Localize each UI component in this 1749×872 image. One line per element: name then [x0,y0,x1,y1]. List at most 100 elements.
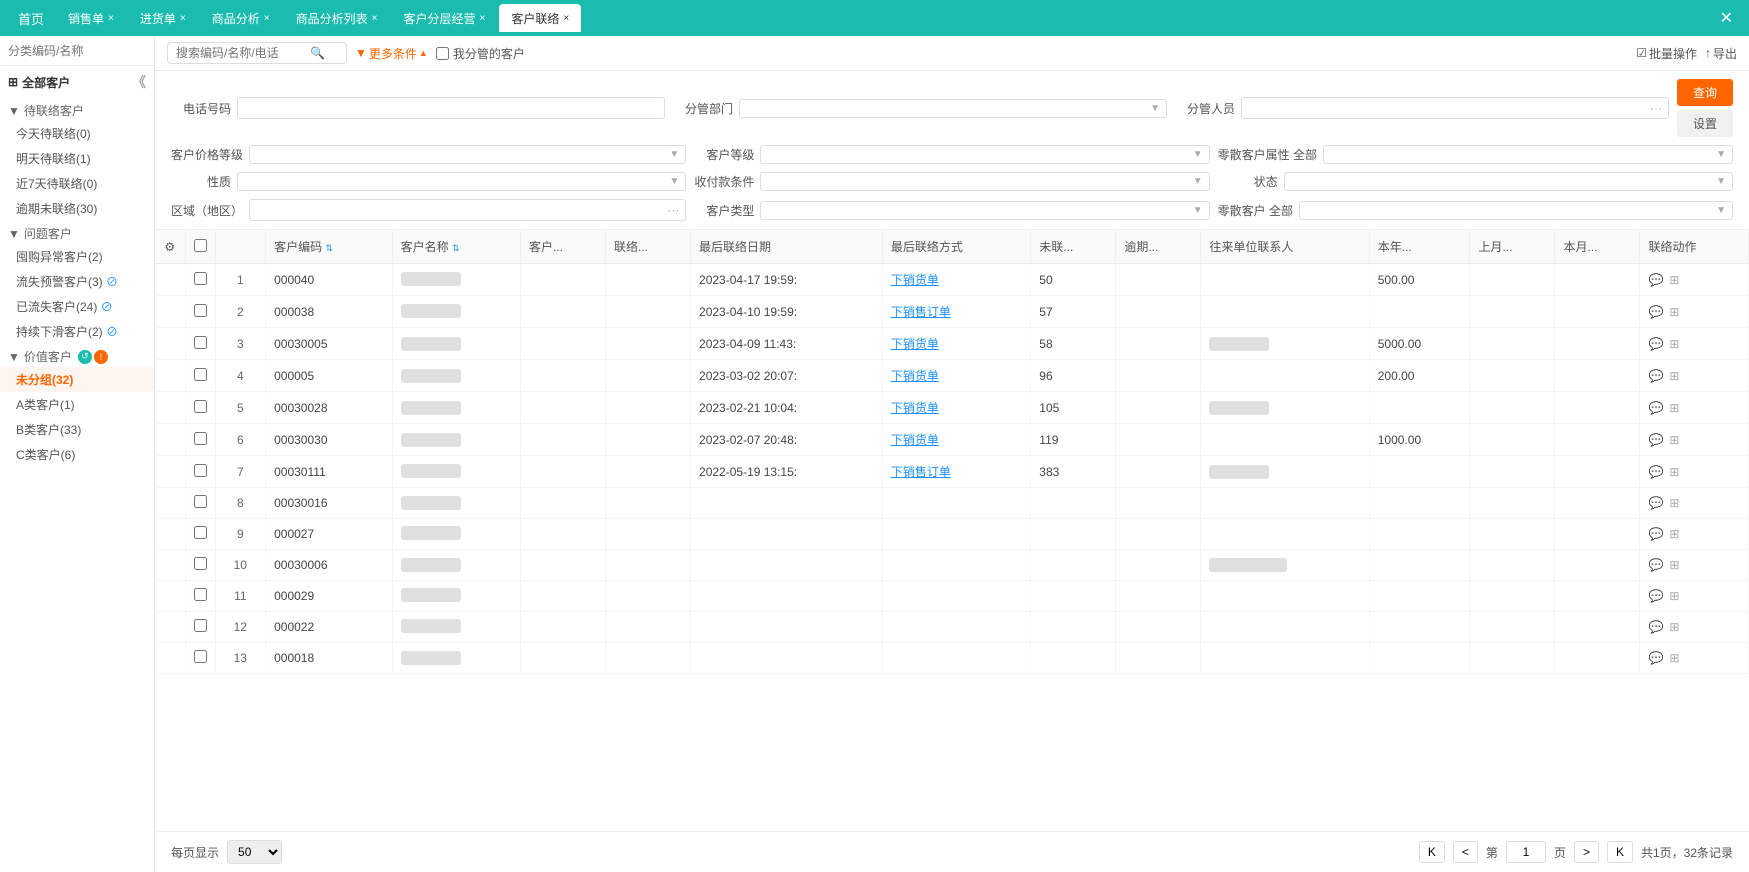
close-tab-sales[interactable]: × [108,13,114,24]
close-tab-product[interactable]: × [264,13,270,24]
close-tab-purchase[interactable]: × [180,13,186,24]
batch-op-btn[interactable]: ☑ 批量操作 [1636,45,1697,62]
grid-action-icon[interactable]: ⊞ [1669,401,1679,415]
th-settings[interactable]: ⚙ [155,230,185,264]
td-check[interactable] [185,328,215,360]
message-icon[interactable]: 💬 [1648,496,1663,510]
message-icon[interactable]: 💬 [1648,465,1663,479]
window-close-btn[interactable]: ✕ [1712,8,1741,28]
home-tab[interactable]: 首页 [8,9,54,28]
sidebar-item-churned[interactable]: 已流失客户(24) ⊘ [0,294,154,319]
row-checkbox[interactable] [194,304,207,317]
dept-select[interactable]: ▼ [739,99,1167,118]
row-checkbox[interactable] [194,557,207,570]
close-tab-contact[interactable]: × [563,13,569,24]
contact-way-link[interactable]: 下销货单 [891,273,939,287]
grid-action-icon[interactable]: ⊞ [1669,558,1679,572]
tab-product-analysis-list[interactable]: 商品分析列表 × [284,4,390,32]
grid-action-icon[interactable]: ⊞ [1669,433,1679,447]
close-tab-product-list[interactable]: × [372,13,378,24]
reset-button[interactable]: 设置 [1677,110,1733,137]
tab-customer-contact[interactable]: 客户联络 × [499,4,581,32]
my-customers-checkbox[interactable] [436,47,449,60]
contact-way-link[interactable]: 下销货单 [891,369,939,383]
nature-select[interactable]: ▼ [237,172,686,191]
th-this-month[interactable]: 本月... [1555,230,1640,264]
person-select[interactable]: ··· [1241,97,1669,119]
tab-sales-order[interactable]: 销售单 × [56,4,126,32]
row-checkbox[interactable] [194,495,207,508]
sidebar-item-tomorrow-pending[interactable]: 明天待联络(1) [0,146,154,171]
sidebar-item-class-c[interactable]: C类客户(6) [0,442,154,467]
row-checkbox[interactable] [194,650,207,663]
th-type[interactable]: 客户... [520,230,605,264]
td-check[interactable] [185,264,215,296]
th-no-contact[interactable]: 未联... [1031,230,1116,264]
tab-purchase-order[interactable]: 进货单 × [128,4,198,32]
retail-attr-select[interactable]: ▼ [1323,145,1733,164]
message-icon[interactable]: 💬 [1648,433,1663,447]
sidebar-item-class-b[interactable]: B类客户(33) [0,417,154,442]
td-check[interactable] [185,612,215,643]
sidebar-item-overdue-pending[interactable]: 逾期未联络(30) [0,196,154,221]
last-page-btn[interactable]: K [1607,841,1633,863]
contact-way-link[interactable]: 下销货单 [891,401,939,415]
retail-customer-select[interactable]: ▼ [1299,201,1733,220]
more-conditions-btn[interactable]: ▼ 更多条件 ▲ [355,45,428,62]
td-check[interactable] [185,581,215,612]
th-code[interactable]: 客户编码 ⇅ [266,230,393,264]
row-checkbox[interactable] [194,432,207,445]
row-checkbox[interactable] [194,464,207,477]
td-check[interactable] [185,550,215,581]
customer-type-select[interactable]: ▼ [760,201,1209,220]
grid-action-icon[interactable]: ⊞ [1669,465,1679,479]
th-action[interactable]: 联络动作 [1640,230,1749,264]
grid-action-icon[interactable]: ⊞ [1669,496,1679,510]
sidebar-item-churn-warning[interactable]: 流失预警客户(3) ⊘ [0,269,154,294]
th-overdue[interactable]: 逾期... [1116,230,1201,264]
th-last-month[interactable]: 上月... [1470,230,1555,264]
grid-action-icon[interactable]: ⊞ [1669,651,1679,665]
region-select[interactable]: ··· [249,199,686,221]
grid-action-icon[interactable]: ⊞ [1669,273,1679,287]
close-tab-segmentation[interactable]: × [479,13,485,24]
first-page-btn[interactable]: K [1419,841,1445,863]
message-icon[interactable]: 💬 [1648,273,1663,287]
contact-way-link[interactable]: 下销货单 [891,433,939,447]
status-select[interactable]: ▼ [1284,172,1733,191]
main-search-box[interactable]: 🔍 [167,42,347,64]
grid-action-icon[interactable]: ⊞ [1669,527,1679,541]
row-checkbox[interactable] [194,336,207,349]
grid-action-icon[interactable]: ⊞ [1669,620,1679,634]
td-check[interactable] [185,456,215,488]
td-check[interactable] [185,488,215,519]
message-icon[interactable]: 💬 [1648,401,1663,415]
message-icon[interactable]: 💬 [1648,589,1663,603]
grid-action-icon[interactable]: ⊞ [1669,337,1679,351]
my-customers-filter[interactable]: 我分管的客户 [436,45,525,62]
td-check[interactable] [185,296,215,328]
td-check[interactable] [185,360,215,392]
message-icon[interactable]: 💬 [1648,651,1663,665]
sidebar-item-week-pending[interactable]: 近7天待联络(0) [0,171,154,196]
tab-product-analysis[interactable]: 商品分析 × [200,4,282,32]
next-page-btn[interactable]: > [1574,841,1599,863]
per-page-select[interactable]: 50 100 [227,840,282,864]
sidebar-collapse-icon[interactable]: 《 [132,72,146,92]
price-level-select[interactable]: ▼ [249,145,686,164]
row-checkbox[interactable] [194,526,207,539]
contact-way-link[interactable]: 下销货单 [891,337,939,351]
payment-select[interactable]: ▼ [760,172,1209,191]
row-checkbox[interactable] [194,619,207,632]
row-checkbox[interactable] [194,588,207,601]
export-btn[interactable]: ↑ 导出 [1705,45,1737,62]
grid-action-icon[interactable]: ⊞ [1669,369,1679,383]
th-last-contact-date[interactable]: 最后联络日期 [691,230,883,264]
contact-way-link[interactable]: 下销售订单 [891,465,951,479]
row-checkbox[interactable] [194,400,207,413]
phone-input[interactable] [237,97,665,119]
customer-level-select[interactable]: ▼ [760,145,1209,164]
prev-page-btn[interactable]: < [1453,841,1478,863]
th-contact[interactable]: 联络... [606,230,691,264]
grid-action-icon[interactable]: ⊞ [1669,589,1679,603]
